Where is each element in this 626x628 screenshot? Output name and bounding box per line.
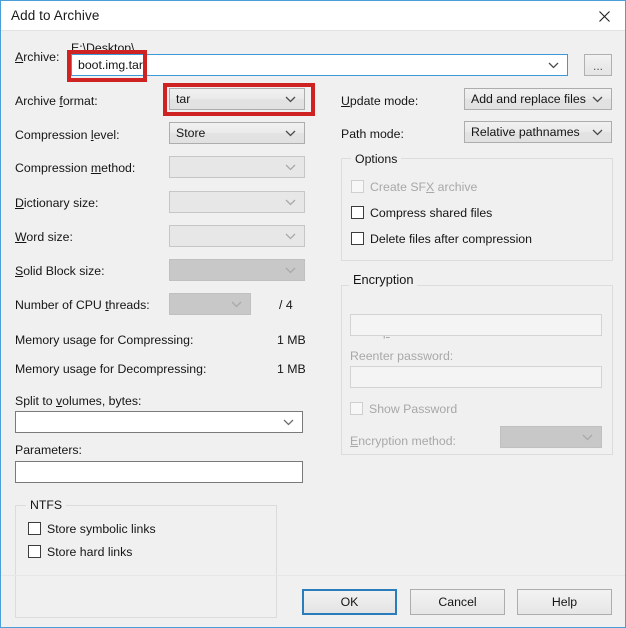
parameters-input[interactable] bbox=[15, 461, 303, 483]
archive-path-prefix: E:\Desktop\ bbox=[71, 41, 135, 55]
browse-button[interactable]: ... bbox=[584, 54, 612, 76]
chevron-down-icon bbox=[282, 199, 299, 206]
compression-method-label: Compression method: bbox=[15, 161, 136, 175]
chevron-down-icon bbox=[282, 130, 299, 137]
store-hard-links-checkbox[interactable] bbox=[28, 545, 41, 558]
dictionary-size-combo bbox=[169, 191, 305, 213]
chevron-down-icon bbox=[282, 233, 299, 240]
memory-compressing-label: Memory usage for Compressing: bbox=[15, 333, 194, 347]
cpu-threads-total: / 4 bbox=[279, 298, 293, 312]
options-group-title: Options bbox=[351, 152, 402, 166]
window-title: Add to Archive bbox=[11, 8, 100, 23]
memory-decompressing-label: Memory usage for Decompressing: bbox=[15, 362, 207, 376]
delete-files-after-compression-label: Delete files after compression bbox=[370, 232, 532, 246]
title-bar: Add to Archive bbox=[1, 0, 625, 31]
close-glyph bbox=[599, 10, 610, 22]
cpu-threads-combo bbox=[169, 293, 251, 315]
archive-format-label: Archive format: bbox=[15, 94, 98, 108]
path-mode-combo[interactable]: Relative pathnames bbox=[464, 121, 612, 143]
chevron-down-icon bbox=[579, 434, 596, 441]
store-symbolic-links-checkbox[interactable] bbox=[28, 522, 41, 535]
compression-level-value: Store bbox=[176, 126, 206, 140]
archive-format-value: tar bbox=[176, 92, 191, 106]
close-icon[interactable] bbox=[582, 1, 625, 31]
show-password-label: Show Password bbox=[369, 402, 458, 416]
encryption-method-label: Encryption method: bbox=[350, 434, 456, 448]
update-mode-combo[interactable]: Add and replace files bbox=[464, 88, 612, 110]
compression-level-combo[interactable]: Store bbox=[169, 122, 305, 144]
reenter-password-label: Reenter password: bbox=[350, 349, 454, 363]
chevron-down-icon bbox=[228, 301, 245, 308]
memory-compressing-value: 1 MB bbox=[277, 333, 306, 347]
ok-button[interactable]: OK bbox=[302, 589, 397, 615]
compression-method-combo bbox=[169, 156, 305, 178]
split-volumes-label: Split to volumes, bytes: bbox=[15, 394, 142, 408]
update-mode-label: Update mode: bbox=[341, 94, 419, 108]
chevron-down-icon bbox=[545, 62, 562, 69]
dictionary-size-label: Dictionary size: bbox=[15, 196, 99, 210]
cpu-threads-label: Number of CPU threads: bbox=[15, 298, 150, 312]
ntfs-group-title: NTFS bbox=[26, 498, 67, 512]
compress-shared-files-label: Compress shared files bbox=[370, 206, 493, 220]
archive-name-value: boot.img.tar bbox=[78, 58, 143, 72]
parameters-label: Parameters: bbox=[15, 443, 82, 457]
word-size-combo bbox=[169, 225, 305, 247]
word-size-label: Word size: bbox=[15, 230, 73, 244]
encryption-group-title: Encryption bbox=[349, 272, 418, 287]
path-mode-value: Relative pathnames bbox=[471, 125, 580, 139]
chevron-down-icon bbox=[282, 96, 299, 103]
chevron-down-icon bbox=[589, 96, 606, 103]
compress-shared-files-checkbox[interactable] bbox=[351, 206, 364, 219]
split-volumes-combo[interactable] bbox=[15, 411, 303, 433]
help-button[interactable]: Help bbox=[517, 589, 612, 615]
button-separator bbox=[1, 575, 625, 576]
chevron-down-icon bbox=[280, 419, 297, 426]
archive-label: Archive: bbox=[15, 50, 60, 64]
ok-button-label: OK bbox=[340, 595, 359, 609]
archive-format-combo[interactable]: tar bbox=[169, 88, 305, 110]
reenter-password-input bbox=[350, 366, 602, 388]
chevron-down-icon bbox=[589, 129, 606, 136]
archive-name-combo[interactable]: boot.img.tar bbox=[71, 54, 568, 76]
store-symbolic-links-label: Store symbolic links bbox=[47, 522, 156, 536]
solid-block-size-combo bbox=[169, 259, 305, 281]
enter-password-input bbox=[350, 314, 602, 336]
solid-block-size-label: Solid Block size: bbox=[15, 264, 105, 278]
cancel-button[interactable]: Cancel bbox=[410, 589, 505, 615]
chevron-down-icon bbox=[282, 267, 299, 274]
delete-files-after-compression-checkbox[interactable] bbox=[351, 232, 364, 245]
show-password-checkbox bbox=[350, 402, 363, 415]
cancel-button-label: Cancel bbox=[438, 595, 477, 609]
create-sfx-archive-checkbox bbox=[351, 180, 364, 193]
add-to-archive-dialog: Add to Archive Archive: E:\Desktop\ boot… bbox=[0, 0, 626, 628]
encryption-method-combo bbox=[500, 426, 602, 448]
help-button-label: Help bbox=[551, 595, 578, 609]
path-mode-label: Path mode: bbox=[341, 127, 404, 141]
create-sfx-archive-label: Create SFX archive bbox=[370, 180, 478, 194]
browse-button-label: ... bbox=[592, 59, 603, 73]
memory-decompressing-value: 1 MB bbox=[277, 362, 306, 376]
update-mode-value: Add and replace files bbox=[471, 92, 586, 106]
chevron-down-icon bbox=[282, 164, 299, 171]
compression-level-label: Compression level: bbox=[15, 128, 120, 142]
store-hard-links-label: Store hard links bbox=[47, 545, 133, 559]
